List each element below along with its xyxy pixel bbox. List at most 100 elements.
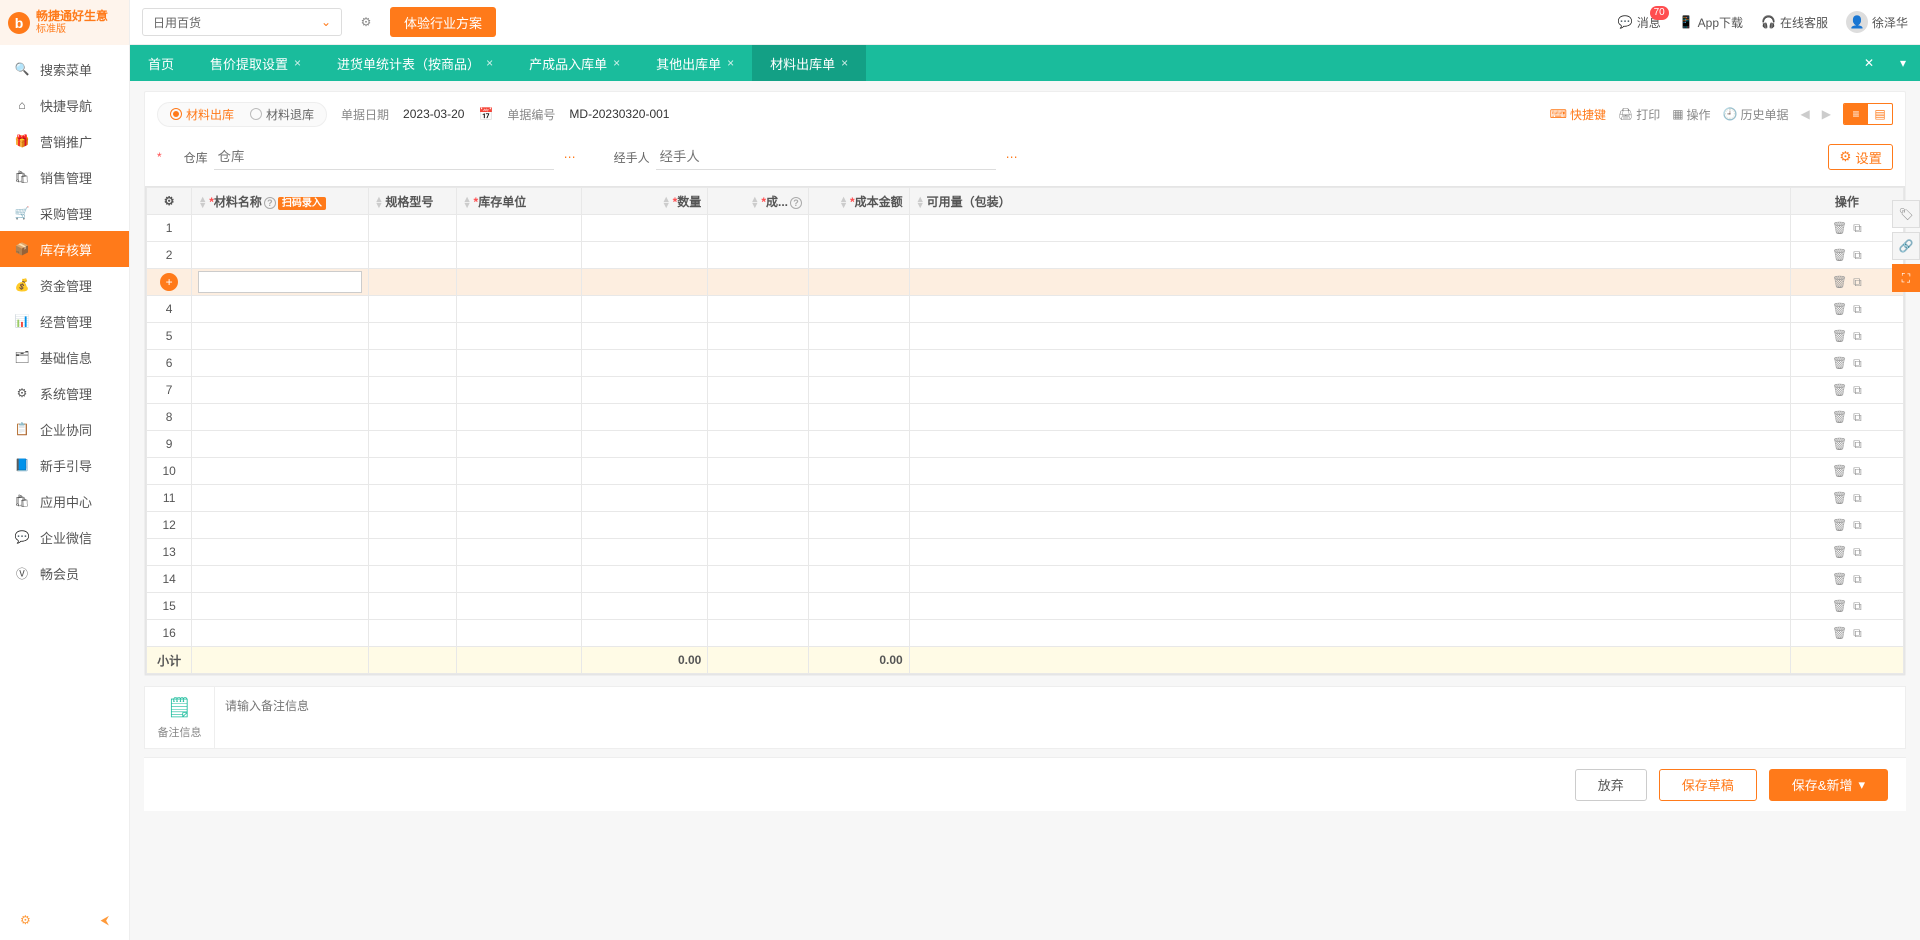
table-row[interactable]: 15🗑⧉ [147, 593, 1904, 620]
delete-icon[interactable]: 🗑 [1832, 383, 1847, 397]
table-row[interactable]: 12🗑⧉ [147, 512, 1904, 539]
copy-icon[interactable]: ⧉ [1853, 221, 1862, 235]
close-icon[interactable]: × [613, 56, 620, 70]
sidebar-item-13[interactable]: 💬企业微信 [0, 519, 129, 555]
copy-icon[interactable]: ⧉ [1853, 572, 1862, 586]
delete-icon[interactable]: 🗑 [1832, 599, 1847, 613]
ops-action[interactable]: ▦操作 [1672, 106, 1710, 123]
table-row[interactable]: 6🗑⧉ [147, 350, 1904, 377]
table-row[interactable]: 9🗑⧉ [147, 431, 1904, 458]
copy-icon[interactable]: ⧉ [1853, 248, 1862, 262]
col-spec[interactable]: ▲▼规格型号 [368, 188, 456, 215]
copy-icon[interactable]: ⧉ [1853, 545, 1862, 559]
col-amount[interactable]: ▲▼*成本金额 [809, 188, 910, 215]
help-icon[interactable]: ? [264, 197, 276, 209]
copy-icon[interactable]: ⧉ [1853, 518, 1862, 532]
support-link[interactable]: 🎧 在线客服 [1761, 14, 1828, 31]
copy-icon[interactable]: ⧉ [1853, 356, 1862, 370]
delete-icon[interactable]: 🗑 [1832, 545, 1847, 559]
delete-icon[interactable]: 🗑 [1832, 437, 1847, 451]
sidebar-item-3[interactable]: 🛍销售管理 [0, 159, 129, 195]
tab-0[interactable]: 首页 [130, 45, 192, 81]
shortcut-action[interactable]: ⌨快捷键 [1550, 106, 1606, 123]
copy-icon[interactable]: ⧉ [1853, 626, 1862, 640]
handler-input[interactable] [656, 144, 996, 170]
sidebar-item-5[interactable]: 📦库存核算 [0, 231, 129, 267]
delete-icon[interactable]: 🗑 [1832, 410, 1847, 424]
rail-expand-button[interactable]: ⛶ [1892, 264, 1920, 292]
col-material-name[interactable]: ▲▼*材料名称?扫码录入 [192, 188, 368, 215]
radio-material-return[interactable]: 材料退库 [250, 106, 314, 123]
close-icon[interactable]: × [727, 56, 734, 70]
table-row[interactable]: 5🗑⧉ [147, 323, 1904, 350]
delete-icon[interactable]: 🗑 [1832, 491, 1847, 505]
table-row[interactable]: + 🗑 ⧉ [147, 269, 1904, 296]
warehouse-input[interactable] [214, 144, 554, 170]
app-download-link[interactable]: 📱 App下载 [1679, 14, 1743, 31]
form-settings-button[interactable]: ⚙ 设置 [1828, 144, 1893, 170]
delete-icon[interactable]: 🗑 [1832, 329, 1847, 343]
copy-icon[interactable]: ⧉ [1853, 410, 1862, 424]
view-card-button[interactable]: ▤ [1868, 104, 1892, 124]
messages-link[interactable]: 💬 消息 70 [1618, 14, 1661, 31]
sidebar-item-9[interactable]: ⚙系统管理 [0, 375, 129, 411]
delete-icon[interactable]: 🗑 [1832, 464, 1847, 478]
category-settings-icon[interactable]: ⚙ [352, 8, 380, 36]
copy-icon[interactable]: ⧉ [1853, 275, 1862, 289]
sidebar-item-12[interactable]: 🛍应用中心 [0, 483, 129, 519]
table-row[interactable]: 1🗑⧉ [147, 215, 1904, 242]
table-row[interactable]: 16🗑⧉ [147, 620, 1904, 647]
help-icon[interactable]: ? [790, 197, 802, 209]
add-row-button[interactable]: + [160, 273, 178, 291]
delete-icon[interactable]: 🗑 [1832, 356, 1847, 370]
tab-5[interactable]: 材料出库单× [752, 45, 866, 81]
copy-icon[interactable]: ⧉ [1853, 599, 1862, 613]
delete-icon[interactable]: 🗑 [1832, 221, 1847, 235]
sidebar-item-6[interactable]: 💰资金管理 [0, 267, 129, 303]
copy-icon[interactable]: ⧉ [1853, 437, 1862, 451]
table-row[interactable]: 11🗑⧉ [147, 485, 1904, 512]
sidebar-item-2[interactable]: 🎁营销推广 [0, 123, 129, 159]
sidebar-item-14[interactable]: Ⓥ畅会员 [0, 555, 129, 591]
user-menu[interactable]: 👤 徐泽华 [1846, 11, 1908, 33]
tab-3[interactable]: 产成品入库单× [511, 45, 638, 81]
rail-tag-button[interactable]: 🏷 [1892, 200, 1920, 228]
collapse-icon[interactable]: ⮜ [100, 913, 109, 928]
sidebar-item-8[interactable]: 🗂基础信息 [0, 339, 129, 375]
doc-date-value[interactable]: 2023-03-20 [403, 107, 464, 121]
radio-material-out[interactable]: 材料出库 [170, 106, 234, 123]
prev-arrow-icon[interactable]: ◀ [1801, 107, 1810, 121]
save-draft-button[interactable]: 保存草稿 [1659, 769, 1757, 801]
view-list-button[interactable]: ≡ [1844, 104, 1868, 124]
sidebar-item-10[interactable]: 📋企业协同 [0, 411, 129, 447]
table-row[interactable]: 8🗑⧉ [147, 404, 1904, 431]
copy-icon[interactable]: ⧉ [1853, 491, 1862, 505]
col-settings[interactable]: ⚙ [147, 188, 192, 215]
col-qty[interactable]: ▲▼*数量 [582, 188, 708, 215]
table-row[interactable]: 14🗑⧉ [147, 566, 1904, 593]
sidebar-item-7[interactable]: 📊经营管理 [0, 303, 129, 339]
warehouse-more-icon[interactable]: ⋯ [560, 150, 580, 164]
history-action[interactable]: 🕘历史单据 [1723, 106, 1789, 123]
calendar-icon[interactable]: 📅 [478, 107, 493, 121]
next-arrow-icon[interactable]: ▶ [1822, 107, 1831, 121]
tab-1[interactable]: 售价提取设置× [192, 45, 319, 81]
remark-input[interactable] [215, 687, 1905, 747]
tab-4[interactable]: 其他出库单× [638, 45, 752, 81]
save-new-button[interactable]: 保存&新增 ▾ [1769, 769, 1888, 801]
close-icon[interactable]: × [486, 56, 493, 70]
delete-icon[interactable]: 🗑 [1832, 302, 1847, 316]
col-available[interactable]: ▲▼可用量（包装） [909, 188, 1790, 215]
delete-icon[interactable]: 🗑 [1832, 572, 1847, 586]
rail-link-button[interactable]: 🔗 [1892, 232, 1920, 260]
close-icon[interactable]: × [841, 56, 848, 70]
col-cost[interactable]: ▲▼*成...? [708, 188, 809, 215]
sidebar-item-0[interactable]: 🔍搜索菜单 [0, 51, 129, 87]
tab-close-button[interactable]: ✕ [1852, 56, 1886, 70]
sidebar-item-4[interactable]: 🛒采购管理 [0, 195, 129, 231]
table-row[interactable]: 2🗑⧉ [147, 242, 1904, 269]
table-row[interactable]: 13🗑⧉ [147, 539, 1904, 566]
delete-icon[interactable]: 🗑 [1832, 275, 1847, 289]
delete-icon[interactable]: 🗑 [1832, 248, 1847, 262]
table-row[interactable]: 4🗑⧉ [147, 296, 1904, 323]
